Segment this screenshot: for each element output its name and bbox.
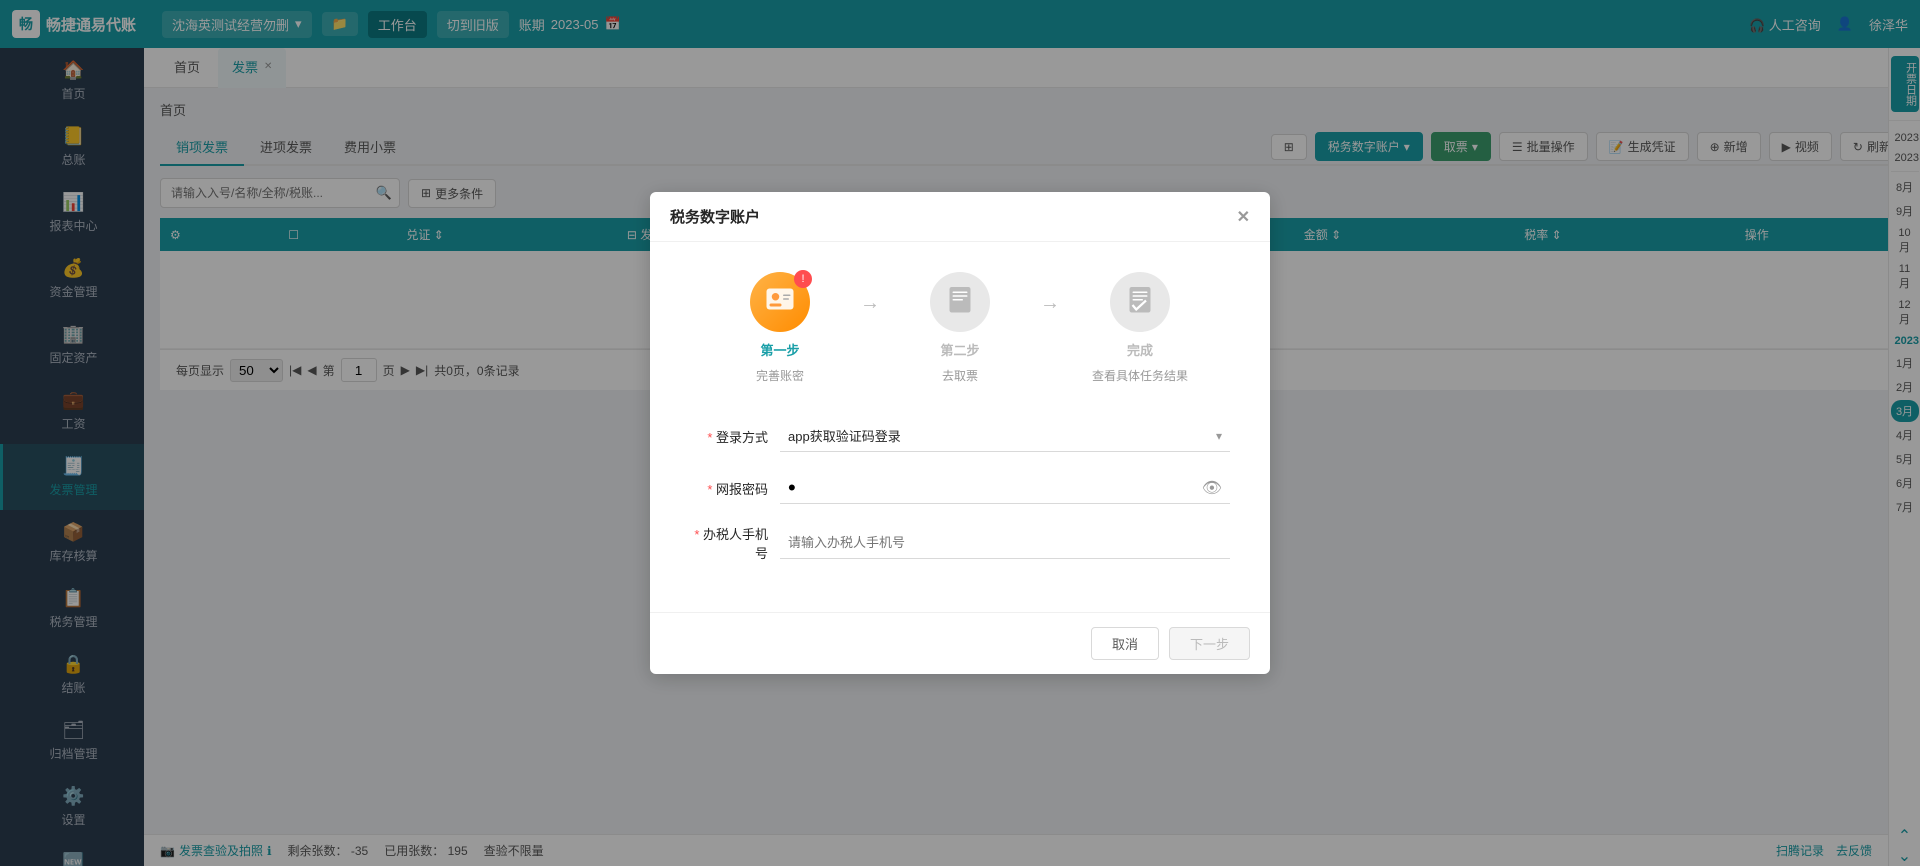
modal-overlay: 税务数字账户 ✕ (0, 0, 1920, 866)
step1-icon-wrap: ! (750, 272, 810, 332)
password-row: 网报密码 👁 (690, 472, 1230, 504)
modal: 税务数字账户 ✕ (650, 192, 1270, 674)
login-method-arrow: ▾ (1216, 429, 1222, 443)
modal-footer: 取消 下一步 (650, 612, 1270, 674)
step-3: 完成 查看具体任务结果 (1080, 272, 1200, 384)
step2-title: 第二步 (940, 340, 979, 359)
login-method-select[interactable]: app获取验证码登录 ▾ (780, 420, 1230, 452)
password-toggle-icon[interactable]: 👁 (1202, 478, 1222, 498)
modal-title: 税务数字账户 (670, 206, 760, 227)
modal-header: 税务数字账户 ✕ (650, 192, 1270, 242)
step3-icon-wrap (1110, 272, 1170, 332)
step-2: 第二步 去取票 (900, 272, 1020, 384)
password-input[interactable] (780, 475, 1230, 501)
step1-title: 第一步 (760, 340, 799, 359)
step1-badge: ! (794, 270, 812, 288)
arrow2: → (1020, 272, 1080, 315)
step2-icon (945, 284, 975, 321)
login-method-label: 登录方式 (690, 427, 780, 446)
steps: ! 第一步 完善账密 → (690, 272, 1230, 384)
cancel-btn[interactable]: 取消 (1091, 627, 1159, 660)
phone-label: 办税人手机号 (690, 524, 780, 562)
step3-icon (1125, 284, 1155, 321)
phone-row: 办税人手机号 (690, 524, 1230, 562)
arrow1: → (840, 272, 900, 315)
step3-desc: 查看具体任务结果 (1092, 367, 1188, 384)
password-wrap: 👁 (780, 472, 1230, 504)
step1-desc: 完善账密 (756, 367, 804, 384)
step2-desc: 去取票 (942, 367, 978, 384)
login-method-value: app获取验证码登录 (788, 426, 1216, 445)
phone-input[interactable] (780, 527, 1230, 559)
modal-body: ! 第一步 完善账密 → (650, 242, 1270, 612)
modal-close-btn[interactable]: ✕ (1237, 207, 1250, 227)
step3-title: 完成 (1127, 340, 1153, 359)
password-label: 网报密码 (690, 479, 780, 498)
login-method-row: 登录方式 app获取验证码登录 ▾ (690, 420, 1230, 452)
next-btn[interactable]: 下一步 (1169, 627, 1250, 660)
step2-icon-wrap (930, 272, 990, 332)
step-1: ! 第一步 完善账密 (720, 272, 840, 384)
step1-icon (765, 285, 795, 320)
